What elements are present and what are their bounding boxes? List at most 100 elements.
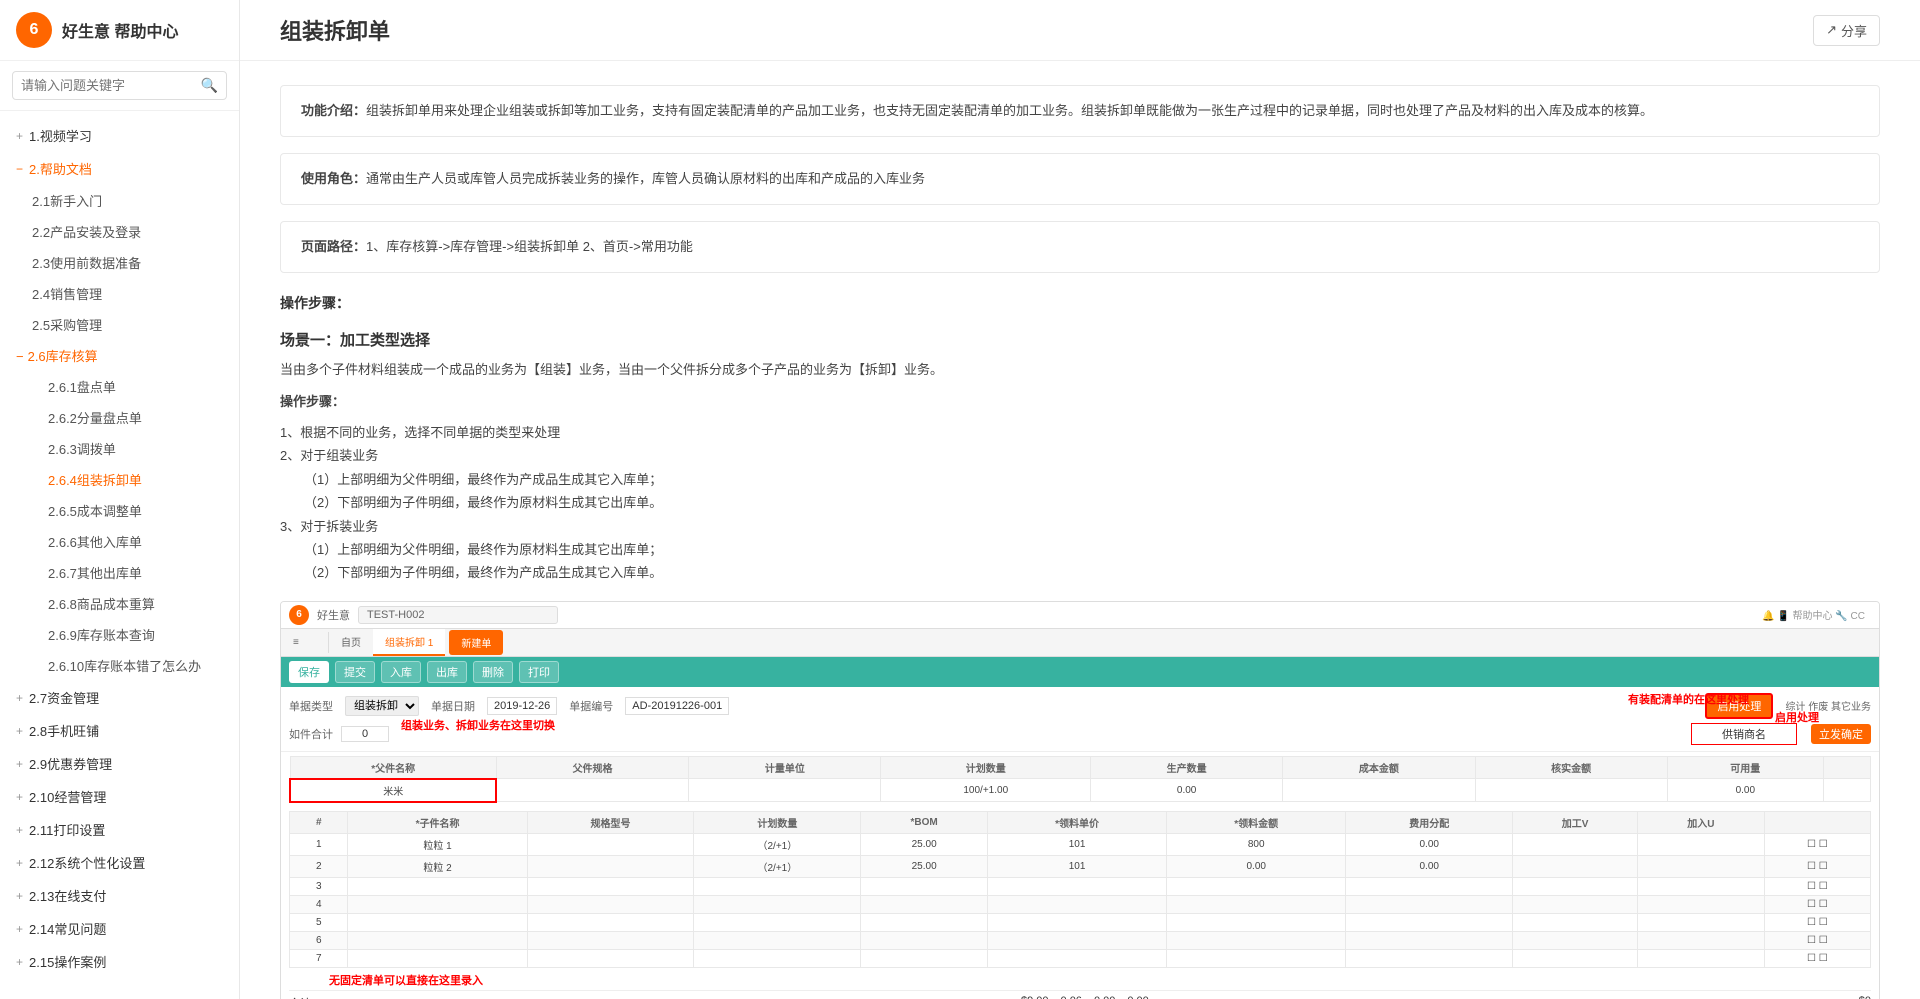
ops-steps-label: 操作步骤： — [280, 390, 1880, 413]
mock-bth-plan: 计划数量 — [694, 811, 861, 833]
mock-bth-op: 加入U — [1638, 811, 1765, 833]
sidebar-leaf-263[interactable]: 2.6.3调拨单 — [0, 433, 239, 464]
mock-footer-label: 合计 — [289, 995, 311, 999]
step1: 1、根据不同的业务，选择不同单据的类型来处理 — [280, 421, 1880, 444]
search-box: 🔍 — [0, 61, 239, 111]
ops-title: 操作步骤： — [280, 293, 1880, 313]
sidebar-item-payment[interactable]: + 2.13在线支付 — [0, 879, 239, 912]
sidebar-item-mobile[interactable]: + 2.8手机旺铺 — [0, 714, 239, 747]
mock-tab-active[interactable]: 组装拆卸 1 — [373, 629, 445, 656]
sidebar-item-newbie[interactable]: 2.1新手入门 — [0, 185, 239, 216]
mock-form-area: 单据类型 组装拆卸 单据日期 2019-12-26 单据编号 AD-201912… — [281, 687, 1879, 752]
step3: 3、对于拆装业务 — [280, 515, 1880, 538]
sidebar-leaf-265[interactable]: 2.6.5成本调整单 — [0, 495, 239, 526]
mock-confirm-btn[interactable]: 立发确定 — [1811, 724, 1871, 744]
sidebar-item-coupon[interactable]: + 2.9优惠券管理 — [0, 747, 239, 780]
annotation-4: 无固定清单可以直接在这里录入 — [289, 972, 1871, 988]
sidebar-item-ops[interactable]: + 2.10经营管理 — [0, 780, 239, 813]
mock-sidebar-icon: ≡ — [289, 632, 329, 653]
mock-bth-price: *领料单价 — [987, 811, 1166, 833]
share-button[interactable]: ↗ 分享 — [1813, 15, 1880, 46]
sidebar-leaf-2610[interactable]: 2.6.10库存账本错了怎么办 — [0, 650, 239, 681]
sidebar-leaf-264[interactable]: 2.6.4组装拆卸单 — [0, 464, 239, 495]
sidebar-item-label: 2.帮助文档 — [29, 159, 92, 178]
sidebar-item-purchase[interactable]: 2.5采购管理 — [0, 309, 239, 340]
plus-icon-3: + — [16, 724, 23, 738]
mock-th-name: *父件名称 — [290, 756, 496, 779]
mock-type-label: 单据类型 — [289, 698, 333, 714]
mock-bth-alloc: 费用分配 — [1346, 811, 1513, 833]
mock-bth-bom: *BOM — [861, 811, 988, 833]
plus-icon-5: + — [16, 790, 23, 804]
mock-footer-total2: 0.06 — [1061, 995, 1082, 999]
mock-bottom-table-wrap: # *子件名称 规格型号 计划数量 *BOM *领料单价 *领料金额 费用分配 … — [281, 807, 1879, 999]
mock-type-select[interactable]: 组装拆卸 — [345, 696, 419, 716]
sidebar-item-sales[interactable]: 2.4销售管理 — [0, 278, 239, 309]
sidebar-item-faq[interactable]: + 2.14常见问题 — [0, 912, 239, 945]
mock-th-plan: 计划数量 — [881, 756, 1091, 779]
step3-sub2: （2）下部明细为子件明细，最终作为产成品生成其它入库单。 — [280, 561, 1880, 584]
sidebar-item-docs[interactable]: − 2.帮助文档 — [0, 152, 239, 185]
sidebar-item-inventory[interactable]: −2.6库存核算 — [0, 340, 239, 371]
mock-tab-home[interactable]: 自页 — [329, 629, 373, 656]
sidebar-item-label: 2.10经营管理 — [29, 787, 106, 806]
mock-btn-outbound[interactable]: 出库 — [427, 661, 467, 683]
mock-btn-submit[interactable]: 提交 — [335, 661, 375, 683]
intro-label: 功能介绍： — [301, 103, 366, 118]
sidebar-item-settings[interactable]: + 2.12系统个性化设置 — [0, 846, 239, 879]
sidebar-item-finance[interactable]: + 2.7资金管理 — [0, 681, 239, 714]
sidebar-leaf-261[interactable]: 2.6.1盘点单 — [0, 371, 239, 402]
sidebar-item-print[interactable]: + 2.11打印设置 — [0, 813, 239, 846]
mock-td-name-1: 米米 — [290, 779, 496, 802]
plus-icon-7: + — [16, 856, 23, 870]
mock-partner-input[interactable]: 供销商名 — [1691, 723, 1797, 745]
screenshot-container: 6 好生意 TEST-H002 🔔 📱 帮助中心 🔧 CC ≡ 自页 组装拆卸 … — [280, 601, 1880, 999]
mock-btn-delete[interactable]: 删除 — [473, 661, 513, 683]
mock-th-prod: 生产数量 — [1091, 756, 1283, 779]
plus-icon-10: + — [16, 955, 23, 969]
mock-td-unit-1 — [689, 779, 881, 802]
mock-td-avail-1: 0.00 — [1667, 779, 1823, 802]
mock-btn-inbound[interactable]: 入库 — [381, 661, 421, 683]
logo-text: 好生意 帮助中心 — [62, 18, 178, 42]
sidebar-item-prepdata[interactable]: 2.3使用前数据准备 — [0, 247, 239, 278]
mock-addr: TEST-H002 — [358, 606, 558, 624]
sidebar-item-cases[interactable]: + 2.15操作案例 — [0, 945, 239, 978]
annotation-2: 组装业务、拆卸业务在这里切换 — [401, 717, 555, 733]
sidebar-leaf-269[interactable]: 2.6.9库存账本查询 — [0, 619, 239, 650]
sidebar-item-label: 2.14常见问题 — [29, 919, 106, 938]
mock-top-table-wrap: *父件名称 父件规格 计量单位 计划数量 生产数量 成本金额 核实金额 可用量 — [281, 752, 1879, 807]
sidebar-item-install[interactable]: 2.2产品安装及登录 — [0, 216, 239, 247]
mock-td-cost-1 — [1283, 779, 1475, 802]
mock-bottom-row-3: 3 ☐ ☐ — [290, 877, 1871, 895]
search-icon[interactable]: 🔍 — [201, 77, 218, 94]
sidebar-header: 6 好生意 帮助中心 — [0, 0, 239, 61]
sidebar-leaf-267[interactable]: 2.6.7其他出库单 — [0, 557, 239, 588]
mock-th-op — [1823, 756, 1870, 779]
mock-th-unit: 计量单位 — [689, 756, 881, 779]
share-label: 分享 — [1841, 21, 1867, 40]
mock-footer-spacer2 — [1161, 995, 1847, 999]
mock-td-op-1 — [1823, 779, 1870, 802]
mock-icons: 🔔 📱 帮助中心 🔧 CC — [1762, 607, 1865, 622]
intro-text: 组装拆卸单用来处理企业组装或拆卸等加工业务，支持有固定装配清单的产品加工业务，也… — [366, 103, 1653, 118]
step2-sub1: （1）上部明细为父件明细，最终作为产成品生成其它入库单； — [280, 468, 1880, 491]
sidebar-leaf-266[interactable]: 2.6.6其他入库单 — [0, 526, 239, 557]
sidebar-leaf-262[interactable]: 2.6.2分量盘点单 — [0, 402, 239, 433]
mock-btn-print[interactable]: 打印 — [519, 661, 559, 683]
plus-icon-9: + — [16, 922, 23, 936]
mock-bth-amount: *领料金额 — [1167, 811, 1346, 833]
search-wrap[interactable]: 🔍 — [12, 71, 227, 100]
mock-td-actual-1 — [1475, 779, 1667, 802]
mock-bottom-table: # *子件名称 规格型号 计划数量 *BOM *领料单价 *领料金额 费用分配 … — [289, 811, 1871, 968]
mock-footer-total5: $0 — [1859, 995, 1871, 999]
mock-appname: 好生意 — [317, 607, 350, 623]
sidebar-item-video[interactable]: + 1.视频学习 — [0, 119, 239, 152]
step2: 2、对于组装业务 — [280, 444, 1880, 467]
mock-btn-save[interactable]: 保存 — [289, 661, 329, 683]
mock-tab-new[interactable]: 新建单 — [449, 630, 503, 655]
search-input[interactable] — [21, 78, 201, 93]
mock-bottom-row-5: 5 ☐ ☐ — [290, 913, 1871, 931]
sidebar-leaf-268[interactable]: 2.6.8商品成本重算 — [0, 588, 239, 619]
step2-sub2: （2）下部明细为子件明细，最终作为原材料生成其它出库单。 — [280, 491, 1880, 514]
